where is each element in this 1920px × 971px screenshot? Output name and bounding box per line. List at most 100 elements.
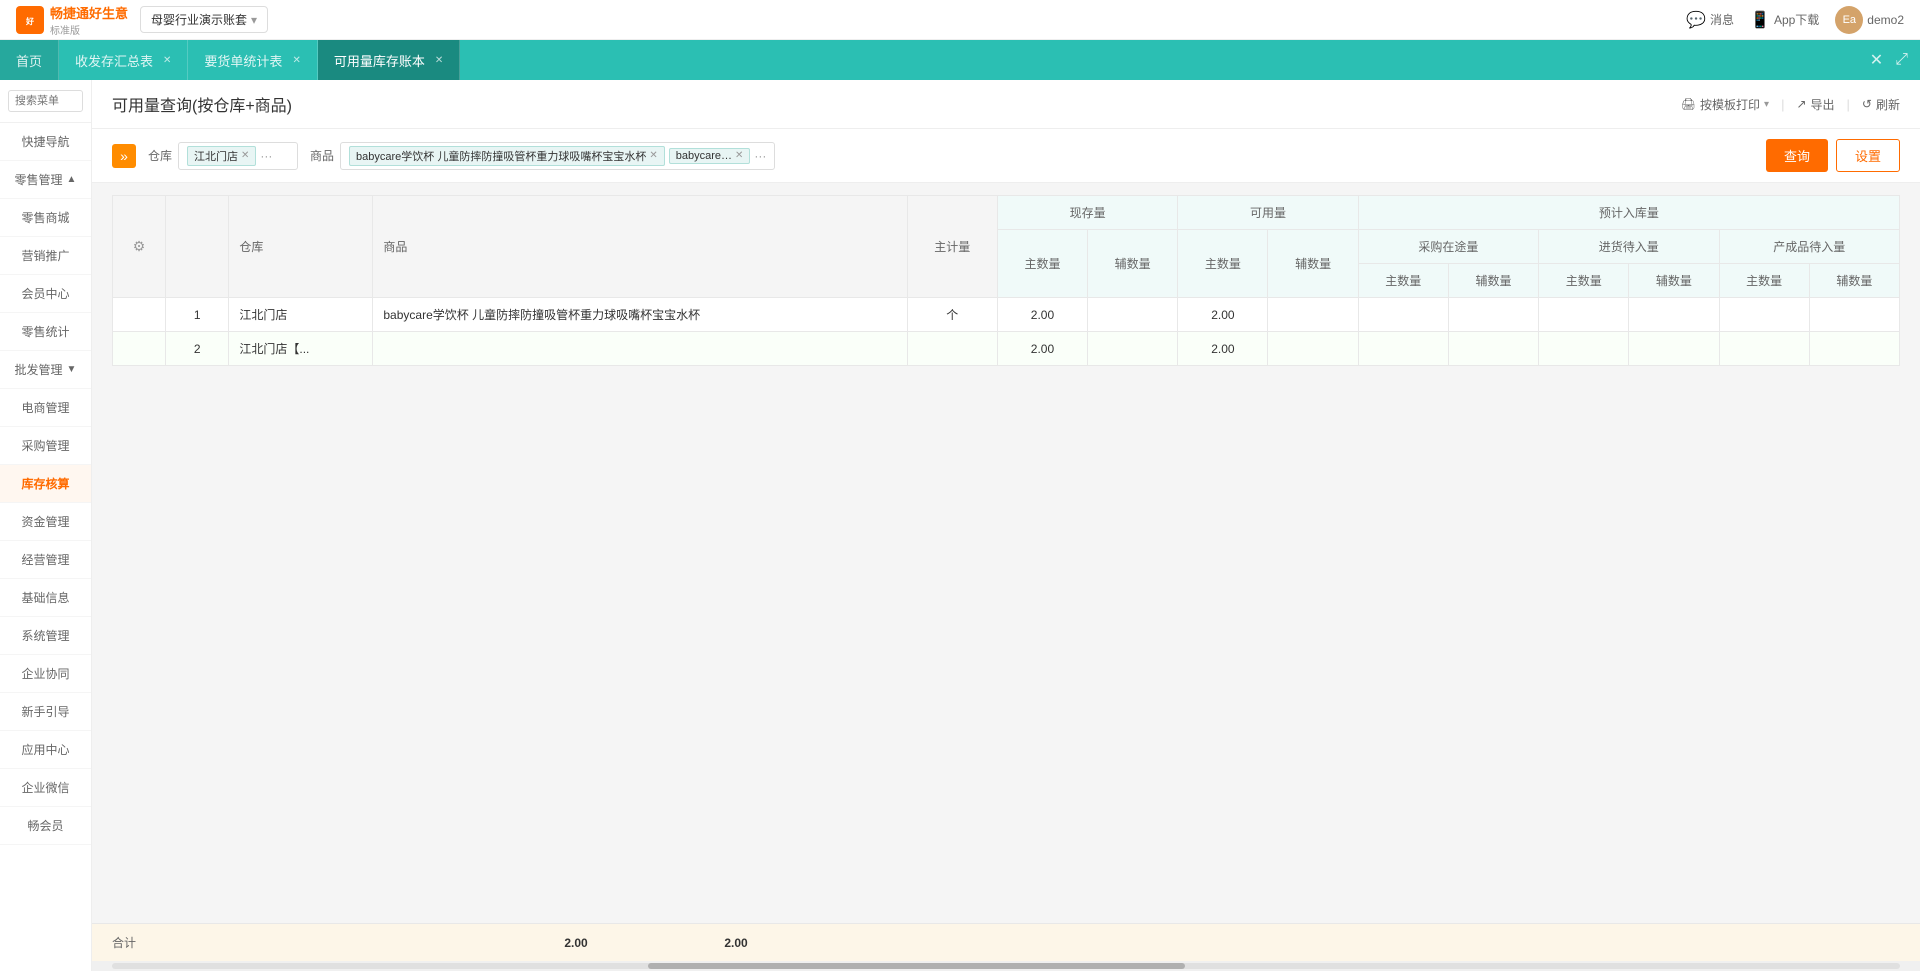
tab-receive-send-close[interactable]: ✕ [163, 55, 171, 66]
export-btn[interactable]: ↗ 导出 [1796, 96, 1834, 113]
sidebar-item-marketing[interactable]: 营销推广 [0, 237, 91, 275]
refresh-icon: ↺ [1862, 97, 1872, 111]
row-purchase-aux-cell [1448, 298, 1538, 332]
tab-home[interactable]: 首页 [0, 40, 59, 80]
tab-order-stats[interactable]: 要货单统计表 ✕ [188, 40, 317, 80]
col-product-header: 商品 [373, 196, 907, 298]
footer-avail-main: 2.00 [696, 936, 776, 950]
sidebar-item-purchase-mgmt[interactable]: 采购管理 [0, 427, 91, 465]
print-template-btn[interactable]: 🖨 按模板打印 ▾ [1681, 96, 1769, 113]
product-tag-2-value: babycare… [676, 150, 732, 162]
row-production-aux-cell [1809, 298, 1899, 332]
sidebar-item-wholesale-mgmt[interactable]: 批发管理 ▼ [0, 351, 91, 389]
logo-sub-text: 标准版 [50, 22, 128, 37]
warehouse-more-btn[interactable]: ··· [260, 149, 272, 163]
filter-toggle-btn[interactable]: » [112, 144, 136, 168]
divider-2: | [1847, 97, 1850, 112]
sidebar-item-sys-mgmt[interactable]: 系统管理 [0, 617, 91, 655]
logo-icon: 好 [16, 6, 44, 34]
query-button[interactable]: 查询 [1766, 139, 1828, 172]
svg-text:好: 好 [25, 16, 34, 26]
row-production-aux-cell [1809, 332, 1899, 366]
product-tag-area[interactable]: babycare学饮杯 儿童防摔防撞吸管杯重力球吸嘴杯宝宝水杯 ✕ babyca… [340, 142, 775, 170]
sidebar-item-ops-mgmt[interactable]: 经营管理 [0, 541, 91, 579]
logo-text-area: 畅捷通好生意 标准版 [50, 3, 128, 37]
row-settings-cell [113, 332, 166, 366]
horizontal-scrollbar[interactable] [92, 961, 1920, 971]
col-stock-main-header: 主数量 [997, 230, 1087, 298]
sidebar-item-retail-stats[interactable]: 零售统计 [0, 313, 91, 351]
industry-selector[interactable]: 母婴行业演示账套 ▾ [140, 6, 268, 33]
page-header: 可用量查询(按仓库+商品) 🖨 按模板打印 ▾ | ↗ 导出 | ↺ 刷新 [92, 80, 1920, 129]
tab-receive-send[interactable]: 收发存汇总表 ✕ [59, 40, 188, 80]
warehouse-tag-value: 江北门店 [194, 148, 238, 164]
print-arrow-icon: ▾ [1764, 99, 1769, 110]
sidebar-item-member-center[interactable]: 会员中心 [0, 275, 91, 313]
sidebar-item-finance-mgmt[interactable]: 资金管理 [0, 503, 91, 541]
row-unit-cell [907, 332, 997, 366]
sidebar-item-ecom-mgmt[interactable]: 电商管理 [0, 389, 91, 427]
col-production-aux-header: 辅数量 [1809, 264, 1899, 298]
tab-order-stats-label: 要货单统计表 [204, 51, 282, 70]
table-row: 1 江北门店 babycare学饮杯 儿童防摔防撞吸管杯重力球吸嘴杯宝宝水杯 个… [113, 298, 1900, 332]
tab-order-stats-close[interactable]: ✕ [292, 55, 300, 66]
settings-icon: ⚙ [133, 238, 146, 254]
sidebar-item-enterprise[interactable]: 企业协同 [0, 655, 91, 693]
sidebar-search-area [0, 80, 91, 123]
sidebar-item-quick-nav[interactable]: 快捷导航 [0, 123, 91, 161]
product-filter-group: 商品 babycare学饮杯 儿童防摔防撞吸管杯重力球吸嘴杯宝宝水杯 ✕ bab… [310, 142, 775, 170]
user-area[interactable]: Ea demo2 [1835, 6, 1904, 34]
setting-button[interactable]: 设置 [1836, 139, 1900, 172]
refresh-label: 刷新 [1876, 96, 1900, 113]
search-input[interactable] [8, 90, 83, 112]
row-stock-main-cell: 2.00 [997, 298, 1087, 332]
filter-actions: 查询 设置 [1766, 139, 1900, 172]
download-icon: 📱 [1750, 10, 1770, 30]
tab-available-stock-close[interactable]: ✕ [435, 55, 443, 66]
col-settings[interactable]: ⚙ [113, 196, 166, 298]
message-icon: 💬 [1686, 10, 1706, 30]
tab-close-all-btn[interactable]: ✕ [1866, 46, 1887, 74]
product-tag-2-remove[interactable]: ✕ [735, 150, 743, 161]
col-avail-aux-header: 辅数量 [1268, 230, 1358, 298]
row-production-main-cell [1719, 332, 1809, 366]
main-layout: 快捷导航 零售管理 ▲ 零售商城 营销推广 会员中心 零售统计 批发管理 ▼ 电… [0, 80, 1920, 971]
sidebar-item-basic-info[interactable]: 基础信息 [0, 579, 91, 617]
col-arrival-group-header: 进货待入量 [1539, 230, 1719, 264]
page-actions: 🖨 按模板打印 ▾ | ↗ 导出 | ↺ 刷新 [1681, 96, 1900, 113]
col-arrival-aux-header: 辅数量 [1629, 264, 1719, 298]
sidebar-item-new-guide[interactable]: 新手引导 [0, 693, 91, 731]
export-icon: ↗ [1796, 97, 1806, 111]
col-incoming-group-header: 预计入库量 [1358, 196, 1899, 230]
sidebar-item-wechat-biz[interactable]: 企业微信 [0, 769, 91, 807]
product-tag-1-remove[interactable]: ✕ [649, 150, 657, 161]
tab-bar: 首页 收发存汇总表 ✕ 要货单统计表 ✕ 可用量库存账本 ✕ ✕ ⤢ [0, 40, 1920, 80]
sidebar-item-stock-check[interactable]: 库存核算 [0, 465, 91, 503]
col-no-header [166, 196, 229, 298]
row-arrival-aux-cell [1629, 298, 1719, 332]
sidebar-item-member[interactable]: 畅会员 [0, 807, 91, 845]
tab-available-stock[interactable]: 可用量库存账本 ✕ [318, 40, 460, 80]
sidebar-item-app-center[interactable]: 应用中心 [0, 731, 91, 769]
product-more-btn[interactable]: ··· [754, 149, 766, 163]
arrow-icon-2: ▼ [67, 364, 77, 375]
scroll-thumb[interactable] [648, 963, 1184, 969]
table-row: 2 江北门店【... 2.00 2.00 [113, 332, 1900, 366]
logo-main-text: 畅捷通好生意 [50, 3, 128, 22]
sidebar-item-retail-mgmt[interactable]: 零售管理 ▲ [0, 161, 91, 199]
col-unit-header: 主计量 [907, 196, 997, 298]
message-btn[interactable]: 💬 消息 [1686, 10, 1734, 30]
warehouse-tag-remove[interactable]: ✕ [241, 150, 249, 161]
refresh-btn[interactable]: ↺ 刷新 [1862, 96, 1900, 113]
sidebar-label-retail-mgmt: 零售管理 [15, 171, 63, 188]
table-body: 1 江北门店 babycare学饮杯 儿童防摔防撞吸管杯重力球吸嘴杯宝宝水杯 个… [113, 298, 1900, 366]
tab-maximize-btn[interactable]: ⤢ [1891, 47, 1912, 73]
dropdown-arrow-icon: ▾ [251, 13, 257, 27]
logo-area: 好 畅捷通好生意 标准版 [16, 3, 128, 37]
warehouse-tag-area[interactable]: 江北门店 ✕ ··· [178, 142, 298, 170]
row-warehouse-cell: 江北门店【... [229, 332, 373, 366]
warehouse-filter-label: 仓库 [148, 147, 172, 164]
app-download-btn[interactable]: 📱 App下载 [1750, 10, 1819, 30]
tab-available-stock-label: 可用量库存账本 [334, 51, 425, 70]
sidebar-item-retail-mall[interactable]: 零售商城 [0, 199, 91, 237]
